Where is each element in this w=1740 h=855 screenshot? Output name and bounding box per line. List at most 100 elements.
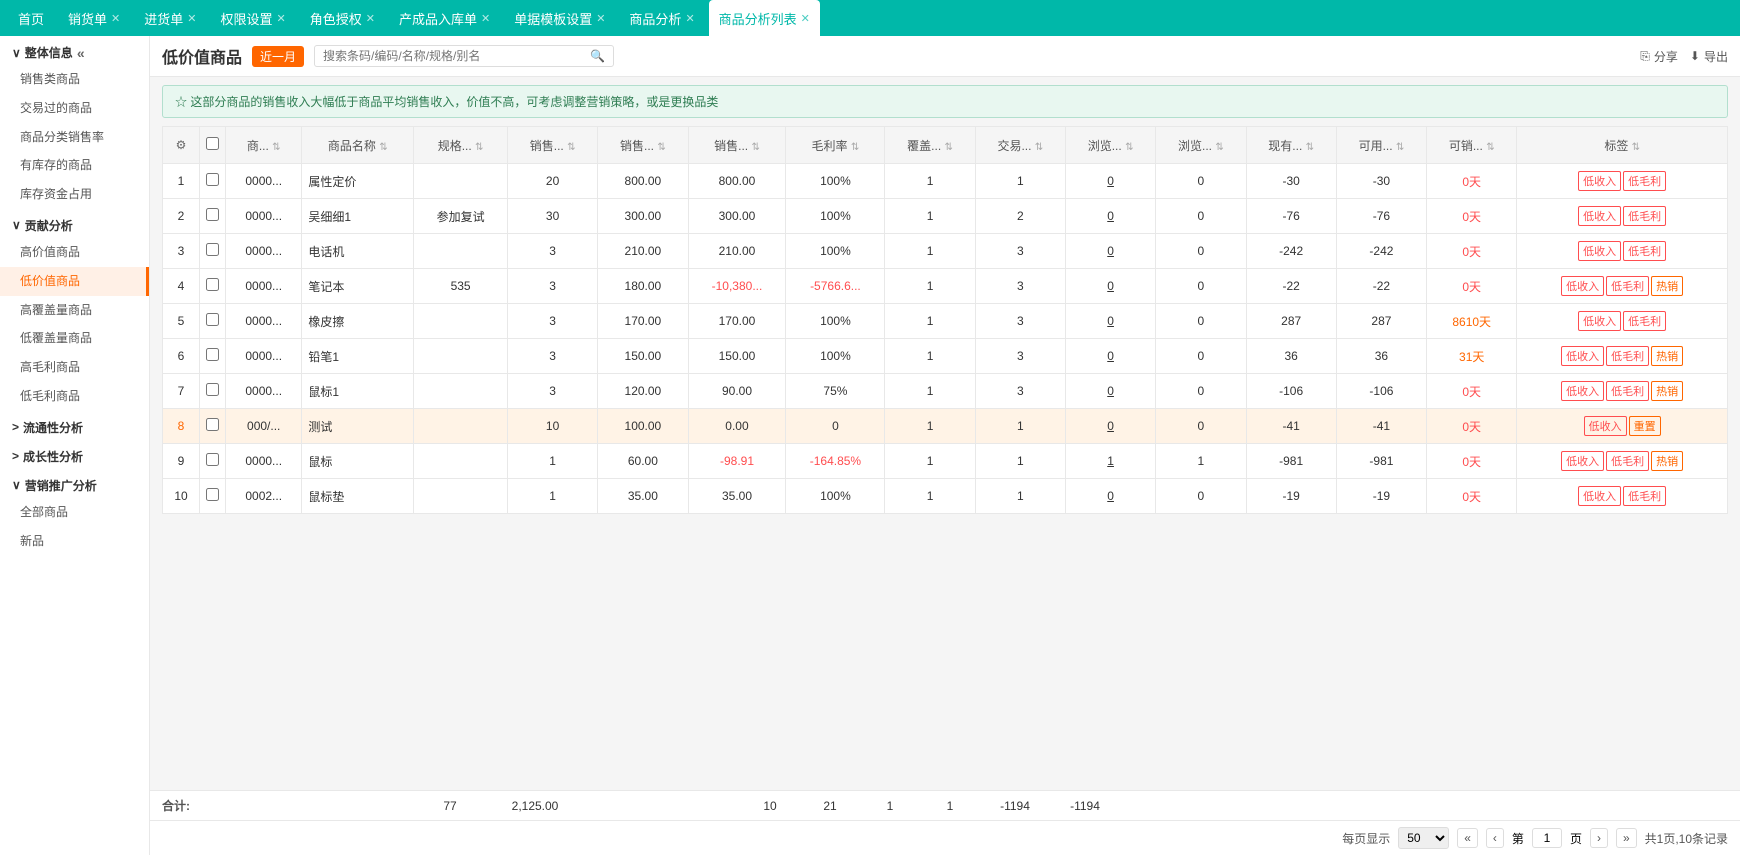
cell-sales-profit: 150.00 — [688, 339, 786, 374]
first-page-btn[interactable]: « — [1457, 828, 1478, 848]
cell-sales-profit: 0.00 — [688, 409, 786, 444]
cell-view1-link[interactable]: 0 — [1107, 384, 1114, 398]
col-sales-profit[interactable]: 销售... ⇅ — [688, 127, 786, 164]
nav-close-sales[interactable]: ✕ — [111, 12, 120, 25]
cell-view1-link[interactable]: 0 — [1107, 349, 1114, 363]
export-btn[interactable]: ⬇ 导出 — [1690, 48, 1728, 65]
sidebar-item-traded-products[interactable]: 交易过的商品 — [0, 94, 149, 123]
share-icon: ⎘ — [1640, 49, 1650, 64]
search-icon[interactable]: 🔍 — [590, 49, 605, 63]
sidebar-item-high-coverage[interactable]: 高覆盖量商品 — [0, 296, 149, 325]
sidebar-item-sales-products[interactable]: 销售类商品 — [0, 65, 149, 94]
col-name[interactable]: 商品名称 ⇅ — [302, 127, 414, 164]
col-view2[interactable]: 浏览... ⇅ — [1156, 127, 1246, 164]
sidebar-group-circulation[interactable]: > 流通性分析 — [0, 411, 149, 440]
filter-recent-month-btn[interactable]: 近一月 — [252, 46, 304, 67]
cell-view1-link[interactable]: 0 — [1107, 489, 1114, 503]
col-gross-margin[interactable]: 毛利率 ⇅ — [786, 127, 885, 164]
page-input[interactable] — [1532, 828, 1562, 848]
sidebar-item-low-coverage[interactable]: 低覆盖量商品 — [0, 324, 149, 353]
row-checkbox[interactable] — [206, 243, 219, 256]
row-checkbox[interactable] — [206, 488, 219, 501]
nav-template[interactable]: 单据模板设置 ✕ — [504, 0, 615, 36]
last-page-btn[interactable]: » — [1616, 828, 1637, 848]
col-available[interactable]: 可用... ⇅ — [1336, 127, 1426, 164]
sidebar-item-low-value[interactable]: 低价值商品 — [0, 267, 149, 296]
sidebar-group-marketing[interactable]: ∨ 营销推广分析 — [0, 469, 149, 498]
cell-available: -41 — [1336, 409, 1426, 444]
nav-close-product-analysis[interactable]: ✕ — [685, 12, 694, 25]
col-current-stock[interactable]: 现有... ⇅ — [1246, 127, 1336, 164]
col-sellable[interactable]: 可销... ⇅ — [1427, 127, 1517, 164]
nav-role[interactable]: 角色授权 ✕ — [300, 0, 385, 36]
select-all-checkbox[interactable] — [206, 137, 219, 150]
prev-page-btn[interactable]: ‹ — [1486, 828, 1504, 848]
cell-view1-link[interactable]: 0 — [1107, 419, 1114, 433]
col-tags[interactable]: 标签 ⇅ — [1517, 127, 1728, 164]
nav-permission[interactable]: 权限设置 ✕ — [210, 0, 295, 36]
cell-num: 10 — [163, 479, 200, 514]
collapse-arrow-growth: > — [12, 449, 19, 463]
nav-product-analysis[interactable]: 商品分析 ✕ — [619, 0, 704, 36]
nav-close-product-analysis-list[interactable]: ✕ — [801, 12, 810, 25]
nav-sales[interactable]: 销货单 ✕ — [58, 0, 130, 36]
sidebar-group-overall[interactable]: ∨ 整体信息 « — [0, 36, 149, 65]
row-checkbox[interactable] — [206, 278, 219, 291]
sidebar-collapse-btn[interactable]: « — [77, 45, 85, 61]
share-btn[interactable]: ⎘ 分享 — [1640, 48, 1678, 65]
nav-close-purchase[interactable]: ✕ — [187, 12, 196, 25]
row-checkbox[interactable] — [206, 453, 219, 466]
sidebar-item-all-products[interactable]: 全部商品 — [0, 498, 149, 527]
nav-close-template[interactable]: ✕ — [596, 12, 605, 25]
col-coverage[interactable]: 覆盖... ⇅ — [885, 127, 975, 164]
row-checkbox[interactable] — [206, 173, 219, 186]
col-view1[interactable]: 浏览... ⇅ — [1065, 127, 1155, 164]
row-checkbox[interactable] — [206, 418, 219, 431]
page-size-select[interactable]: 50 100 200 — [1398, 827, 1449, 849]
nav-product-in[interactable]: 产成品入库单 ✕ — [389, 0, 500, 36]
cell-view1-link[interactable]: 0 — [1107, 209, 1114, 223]
nav-product-analysis-list[interactable]: 商品分析列表 ✕ — [709, 0, 820, 36]
sidebar-item-high-value[interactable]: 高价值商品 — [0, 238, 149, 267]
col-spec[interactable]: 规格... ⇅ — [414, 127, 508, 164]
cell-sales-amt: 170.00 — [598, 304, 688, 339]
cell-view1-link[interactable]: 0 — [1107, 314, 1114, 328]
cell-view1-link[interactable]: 0 — [1107, 244, 1114, 258]
sidebar-item-low-margin[interactable]: 低毛利商品 — [0, 382, 149, 411]
sidebar-item-new-products[interactable]: 新品 — [0, 527, 149, 556]
sidebar-item-high-margin[interactable]: 高毛利商品 — [0, 353, 149, 382]
nav-home[interactable]: 首页 — [8, 0, 54, 36]
nav-close-permission[interactable]: ✕ — [277, 12, 286, 25]
cell-view1-link[interactable]: 1 — [1107, 454, 1114, 468]
row-checkbox[interactable] — [206, 348, 219, 361]
col-trade[interactable]: 交易... ⇅ — [975, 127, 1065, 164]
row-checkbox[interactable] — [206, 313, 219, 326]
sidebar-item-category-sales-rate[interactable]: 商品分类销售率 — [0, 123, 149, 152]
total-sales-amt: 2,125.00 — [490, 799, 580, 813]
cell-name: 铅笔1 — [302, 339, 414, 374]
nav-close-product-in[interactable]: ✕ — [481, 12, 490, 25]
col-code[interactable]: 商... ⇅ — [226, 127, 302, 164]
col-sales-amt[interactable]: 销售... ⇅ — [598, 127, 688, 164]
tag-item: 低毛利 — [1606, 346, 1649, 366]
nav-purchase[interactable]: 进货单 ✕ — [134, 0, 206, 36]
sidebar: ∨ 整体信息 « 销售类商品 交易过的商品 商品分类销售率 有库存的商品 库存资… — [0, 36, 150, 855]
col-sales-qty[interactable]: 销售... ⇅ — [507, 127, 597, 164]
sidebar-item-inventory-capital[interactable]: 库存资金占用 — [0, 180, 149, 209]
sidebar-group-contribution[interactable]: ∨ 贡献分析 — [0, 209, 149, 238]
search-box[interactable]: 🔍 — [314, 45, 614, 67]
row-checkbox[interactable] — [206, 208, 219, 221]
sidebar-group-growth[interactable]: > 成长性分析 — [0, 440, 149, 469]
cell-coverage: 1 — [885, 479, 975, 514]
sidebar-item-stocked-products[interactable]: 有库存的商品 — [0, 151, 149, 180]
cell-available: 287 — [1336, 304, 1426, 339]
cell-view1-link[interactable]: 0 — [1107, 174, 1114, 188]
settings-icon[interactable]: ⚙ — [169, 133, 193, 157]
cell-view1-link[interactable]: 0 — [1107, 279, 1114, 293]
search-input[interactable] — [323, 49, 590, 63]
nav-close-role[interactable]: ✕ — [366, 12, 375, 25]
col-settings[interactable]: ⚙ — [163, 127, 200, 164]
row-checkbox[interactable] — [206, 383, 219, 396]
col-checkbox[interactable] — [200, 127, 226, 164]
next-page-btn[interactable]: › — [1590, 828, 1608, 848]
